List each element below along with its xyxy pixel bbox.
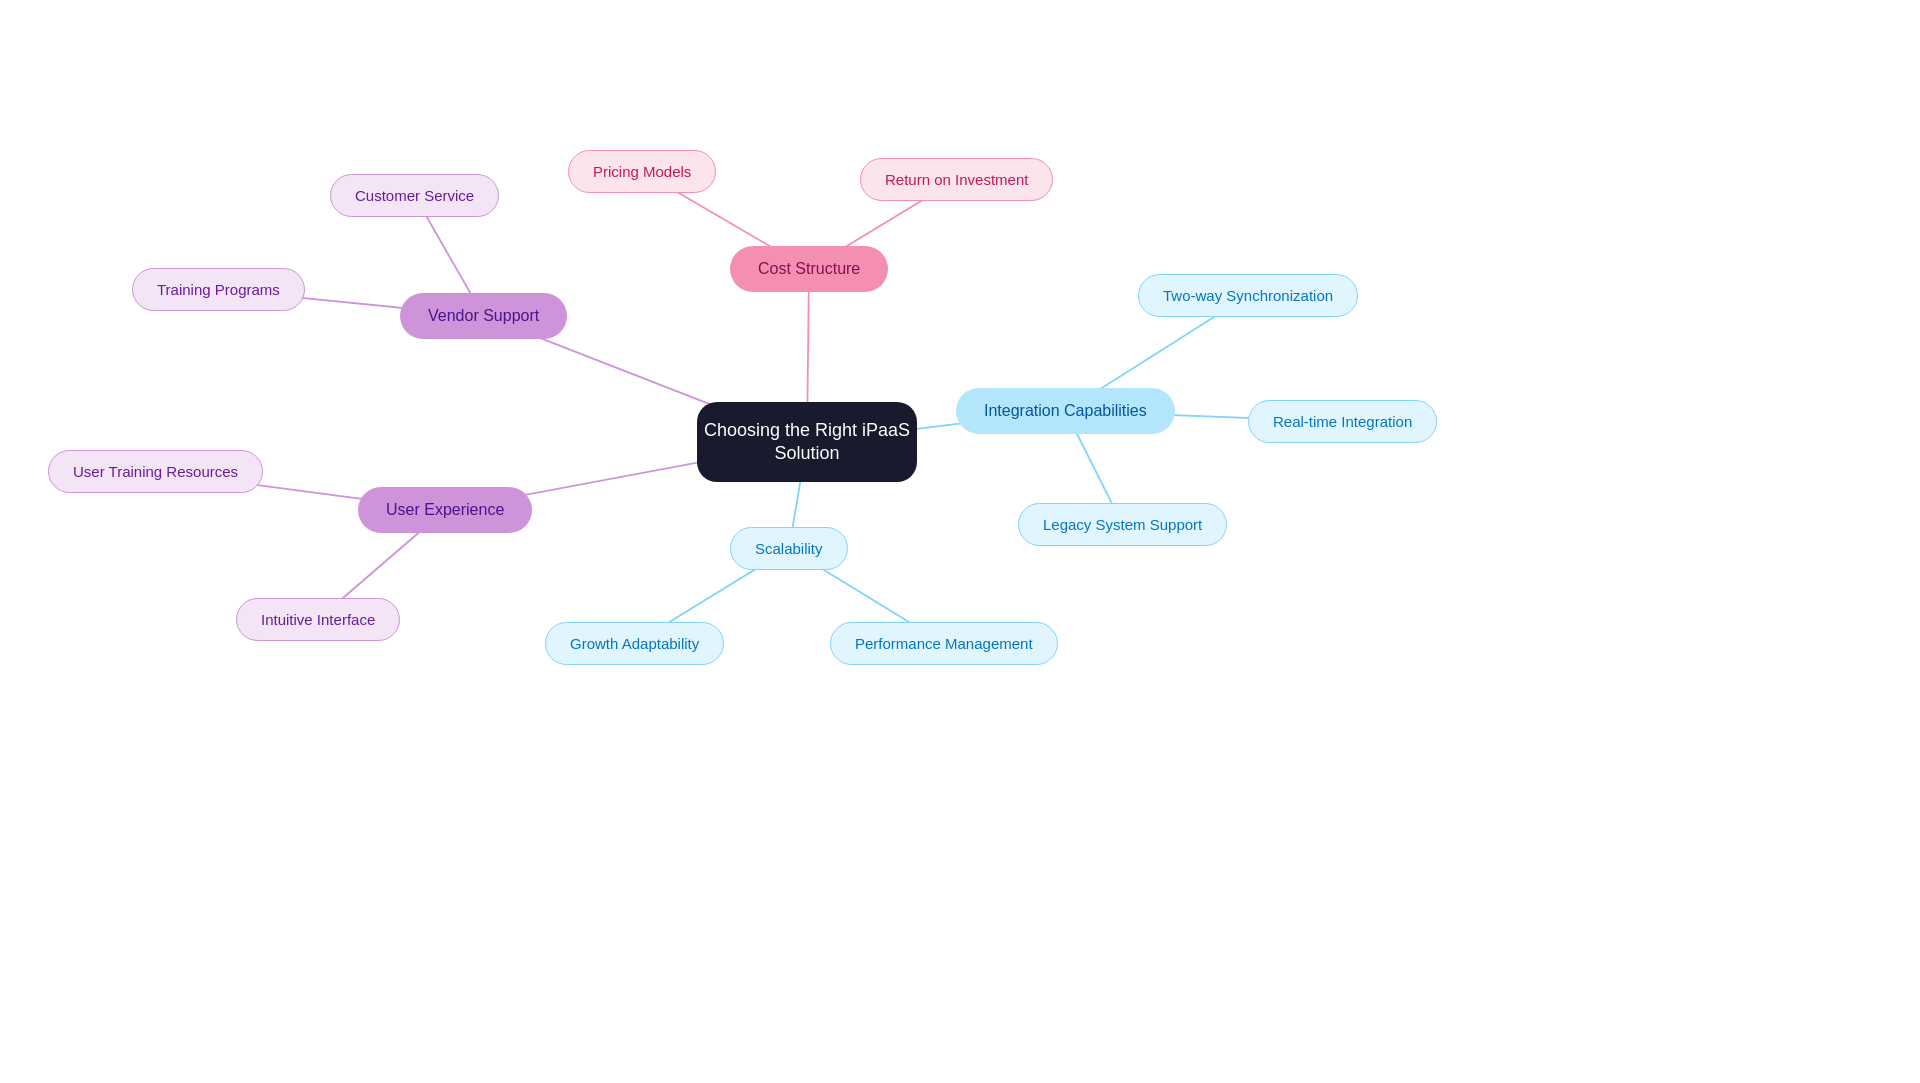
customer-service-node[interactable]: Customer Service (330, 174, 499, 217)
pricing-models-node[interactable]: Pricing Models (568, 150, 716, 193)
cost-structure-node[interactable]: Cost Structure (730, 246, 888, 292)
vendor-support-node[interactable]: Vendor Support (400, 293, 567, 339)
center-node[interactable]: Choosing the Right iPaaS Solution (697, 402, 917, 482)
integration-capabilities-node[interactable]: Integration Capabilities (956, 388, 1175, 434)
two-way-sync-node[interactable]: Two-way Synchronization (1138, 274, 1358, 317)
legacy-system-support-node[interactable]: Legacy System Support (1018, 503, 1227, 546)
performance-management-node[interactable]: Performance Management (830, 622, 1058, 665)
intuitive-interface-node[interactable]: Intuitive Interface (236, 598, 400, 641)
real-time-integration-node[interactable]: Real-time Integration (1248, 400, 1437, 443)
growth-adaptability-node[interactable]: Growth Adaptability (545, 622, 724, 665)
user-experience-node[interactable]: User Experience (358, 487, 532, 533)
training-programs-node[interactable]: Training Programs (132, 268, 305, 311)
return-on-investment-node[interactable]: Return on Investment (860, 158, 1053, 201)
scalability-node[interactable]: Scalability (730, 527, 848, 570)
user-training-resources-node[interactable]: User Training Resources (48, 450, 263, 493)
